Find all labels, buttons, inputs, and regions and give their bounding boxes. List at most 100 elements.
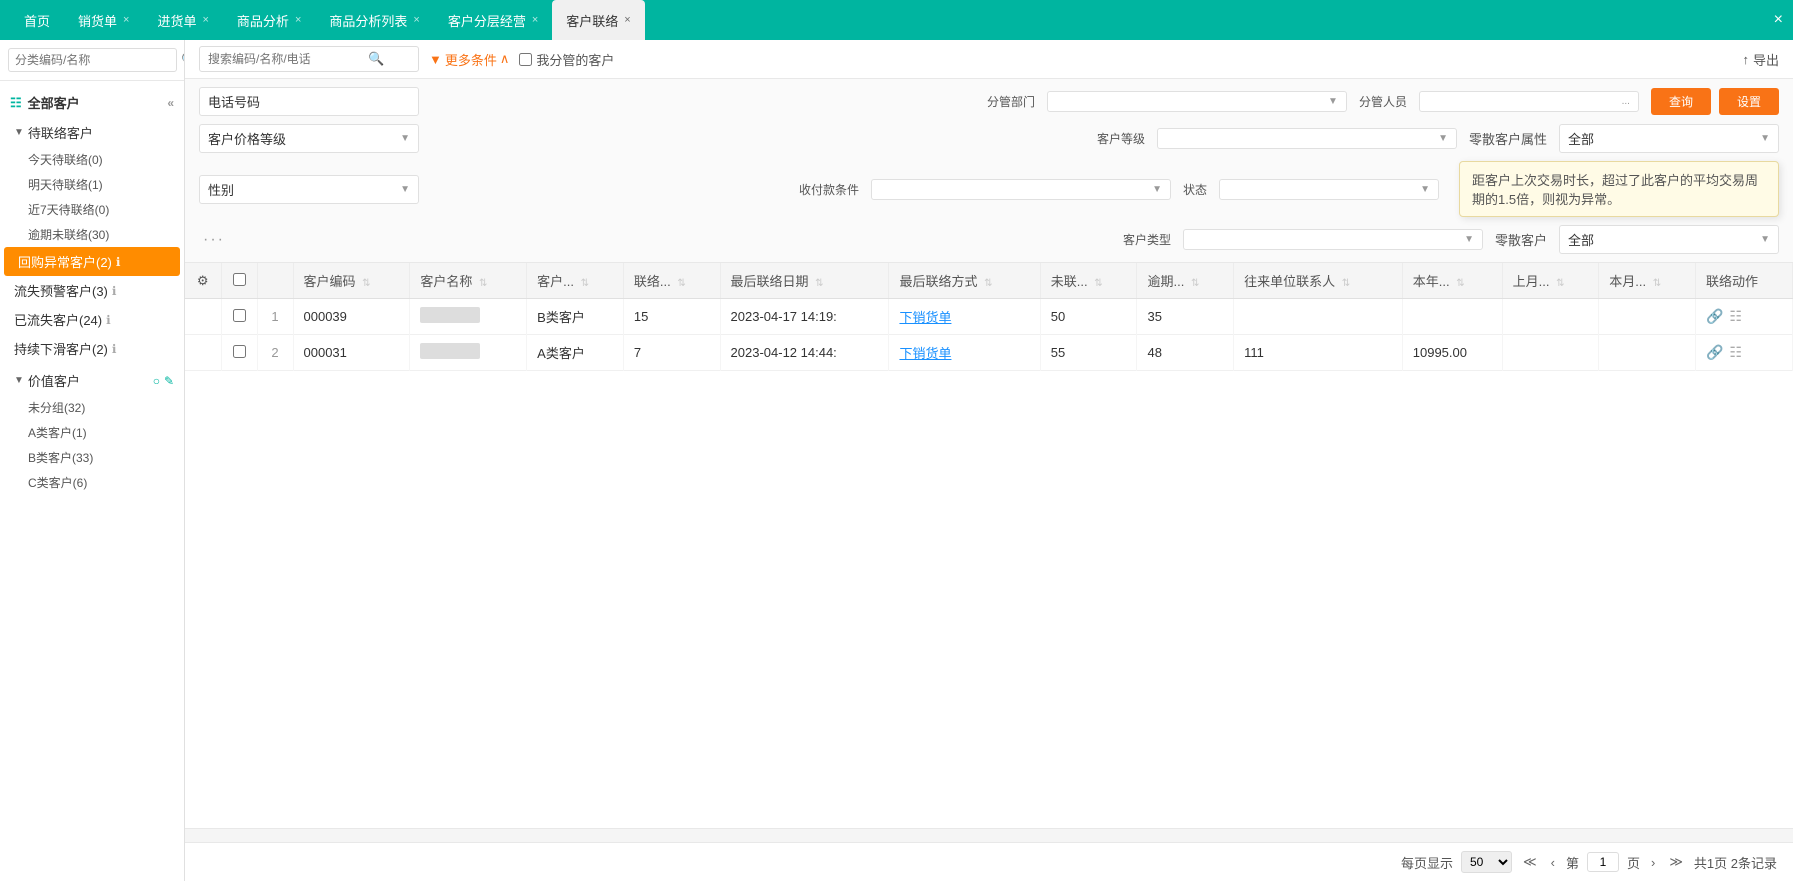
filter-actions: 查询 设置 <box>1651 88 1779 115</box>
export-button[interactable]: ↑ 导出 <box>1742 50 1779 69</box>
sidebar-item-abnormal-repurchase[interactable]: 回购异常客户(2) ℹ <box>4 247 180 276</box>
phone-field[interactable]: 电话号码 <box>199 87 419 116</box>
row2-overdue: 48 <box>1137 335 1234 371</box>
sidebar-item-overdue[interactable]: 逾期未联络(30) <box>0 222 184 247</box>
nav-sales-order[interactable]: 销货单 × <box>64 0 143 40</box>
sidebar-item-today[interactable]: 今天待联络(0) <box>0 147 184 172</box>
nav-product-analysis-list[interactable]: 商品分析列表 × <box>315 0 433 40</box>
nav-product-analysis-close[interactable]: × <box>295 14 301 26</box>
row2-action-link[interactable]: 🔗 <box>1706 344 1723 361</box>
col-this-month[interactable]: 本月... ⇅ <box>1599 263 1696 299</box>
col-customer-code[interactable]: 客户编码 ⇅ <box>293 263 410 299</box>
col-num <box>257 263 293 299</box>
select-all-checkbox[interactable] <box>233 273 246 286</box>
nav-product-analysis-list-close[interactable]: × <box>413 14 419 26</box>
next-page-btn[interactable]: › <box>1648 854 1658 871</box>
customer-level-field[interactable]: ▼ <box>1157 128 1457 149</box>
nav-home[interactable]: 首页 <box>10 0 64 40</box>
nav-customer-tier[interactable]: 客户分层经营 × <box>434 0 552 40</box>
row1-checkbox <box>221 299 257 335</box>
retail-customer-field[interactable]: 全部 ▼ <box>1559 225 1779 254</box>
sidebar-item-a-class[interactable]: A类客户(1) <box>0 420 184 445</box>
col-overdue[interactable]: 逾期... ⇅ <box>1137 263 1234 299</box>
col-uncontacted[interactable]: 未联... ⇅ <box>1040 263 1137 299</box>
col-last-month[interactable]: 上月... ⇅ <box>1502 263 1599 299</box>
filter-icon: ▼ <box>429 52 442 67</box>
sidebar-collapse-btn[interactable]: « <box>167 96 174 110</box>
sidebar-all-customers[interactable]: ☷ 全部客户 « <box>0 87 184 118</box>
search-input[interactable] <box>208 52 368 66</box>
sidebar-item-ungrouped[interactable]: 未分组(32) <box>0 395 184 420</box>
horizontal-scrollbar[interactable] <box>185 828 1793 842</box>
window-close-button[interactable]: × <box>1774 11 1783 29</box>
branch-person-field[interactable]: ... <box>1419 91 1639 112</box>
my-customers-checkbox[interactable] <box>519 53 532 66</box>
first-page-btn[interactable]: ≪ <box>1520 853 1540 871</box>
col-last-contact-date[interactable]: 最后联络日期 ⇅ <box>720 263 889 299</box>
nav-customer-tier-close[interactable]: × <box>532 14 538 26</box>
customer-type-field[interactable]: ▼ <box>1183 229 1483 250</box>
sidebar-item-tomorrow[interactable]: 明天待联络(1) <box>0 172 184 197</box>
nav-sales-order-close[interactable]: × <box>123 14 129 26</box>
gender-arrow: ▼ <box>400 184 410 195</box>
nav-purchase-order-close[interactable]: × <box>202 14 208 26</box>
payment-field[interactable]: ▼ <box>871 179 1171 200</box>
col-company-contact[interactable]: 往来单位联系人 ⇅ <box>1234 263 1403 299</box>
page-size-select[interactable]: 50 100 200 <box>1461 851 1512 873</box>
status-field[interactable]: ▼ <box>1219 179 1439 200</box>
col-last-contact-method[interactable]: 最后联络方式 ⇅ <box>889 263 1040 299</box>
nav-customer-contact[interactable]: 客户联络 × <box>552 0 644 40</box>
prev-page-btn[interactable]: ‹ <box>1548 854 1558 871</box>
row2-action-grid[interactable]: ☷ <box>1729 344 1742 361</box>
sidebar-item-7days[interactable]: 近7天待联络(0) <box>0 197 184 222</box>
row1-action-link[interactable]: 🔗 <box>1706 308 1723 325</box>
col-settings[interactable]: ⚙ <box>185 263 221 299</box>
sort-thismonth-icon: ⇅ <box>1653 278 1661 289</box>
more-button[interactable]: ··· <box>199 231 229 249</box>
row1-select[interactable] <box>233 309 246 322</box>
branch-person-arrow: ... <box>1622 96 1630 107</box>
row2-name[interactable] <box>410 335 527 371</box>
more-conditions-btn[interactable]: ▼ 更多条件 ∧ <box>429 50 509 69</box>
branch-dept-field[interactable]: ▼ <box>1047 91 1347 112</box>
sidebar-item-churned[interactable]: 已流失客户(24) ℹ <box>0 305 184 334</box>
sidebar-item-c-class[interactable]: C类客户(6) <box>0 470 184 495</box>
edit-icon-value[interactable]: ○ <box>153 374 160 388</box>
sort-code-icon: ⇅ <box>362 278 370 289</box>
my-customers-filter[interactable]: 我分管的客户 <box>519 50 614 69</box>
gender-field[interactable]: 性别 ▼ <box>199 175 419 204</box>
sort-company-icon: ⇅ <box>1342 278 1350 289</box>
retail-attr-label: 零散客户属性 <box>1469 129 1547 148</box>
col-customer-name[interactable]: 客户名称 ⇅ <box>410 263 527 299</box>
nav-product-analysis[interactable]: 商品分析 × <box>223 0 315 40</box>
row1-name[interactable] <box>410 299 527 335</box>
retail-attr-arrow: ▼ <box>1760 133 1770 144</box>
retail-attr-field[interactable]: 全部 ▼ <box>1559 124 1779 153</box>
price-level-field[interactable]: 客户价格等级 ▼ <box>199 124 419 153</box>
row1-action-grid[interactable]: ☷ <box>1729 308 1742 325</box>
sidebar-item-churn-warning[interactable]: 流失预警客户(3) ℹ <box>0 276 184 305</box>
last-page-btn[interactable]: ≫ <box>1666 853 1686 871</box>
settings-icon-value[interactable]: ✎ <box>164 374 174 388</box>
row1-code[interactable]: 000039 <box>293 299 410 335</box>
nav-customer-contact-close[interactable]: × <box>624 14 630 26</box>
col-contact-count[interactable]: 联络... ⇅ <box>623 263 720 299</box>
settings-button[interactable]: 设置 <box>1719 88 1779 115</box>
sidebar-group-pending[interactable]: ▼ 待联络客户 <box>0 118 184 147</box>
search-icon[interactable]: 🔍 <box>368 51 384 67</box>
col-this-year[interactable]: 本年... ⇅ <box>1402 263 1502 299</box>
row2-select[interactable] <box>233 345 246 358</box>
current-page-input[interactable] <box>1587 852 1619 872</box>
branch-dept-label: 分管部门 <box>987 93 1035 110</box>
sidebar-item-declining[interactable]: 持续下滑客户(2) ℹ <box>0 334 184 363</box>
table-scroll[interactable]: ⚙ 客户编码 ⇅ 客户名称 ⇅ <box>185 263 1793 828</box>
query-button[interactable]: 查询 <box>1651 88 1711 115</box>
nav-purchase-order[interactable]: 进货单 × <box>143 0 222 40</box>
customer-level-label: 客户等级 <box>1097 130 1145 147</box>
sidebar-item-b-class[interactable]: B类客户(33) <box>0 445 184 470</box>
sidebar-search-input[interactable] <box>8 48 177 72</box>
row2-type: A类客户 <box>527 335 624 371</box>
col-customer-type[interactable]: 客户... ⇅ <box>527 263 624 299</box>
row2-code[interactable]: 000031 <box>293 335 410 371</box>
sidebar-group-value[interactable]: ▼ 价值客户 ○ ✎ <box>0 363 184 395</box>
